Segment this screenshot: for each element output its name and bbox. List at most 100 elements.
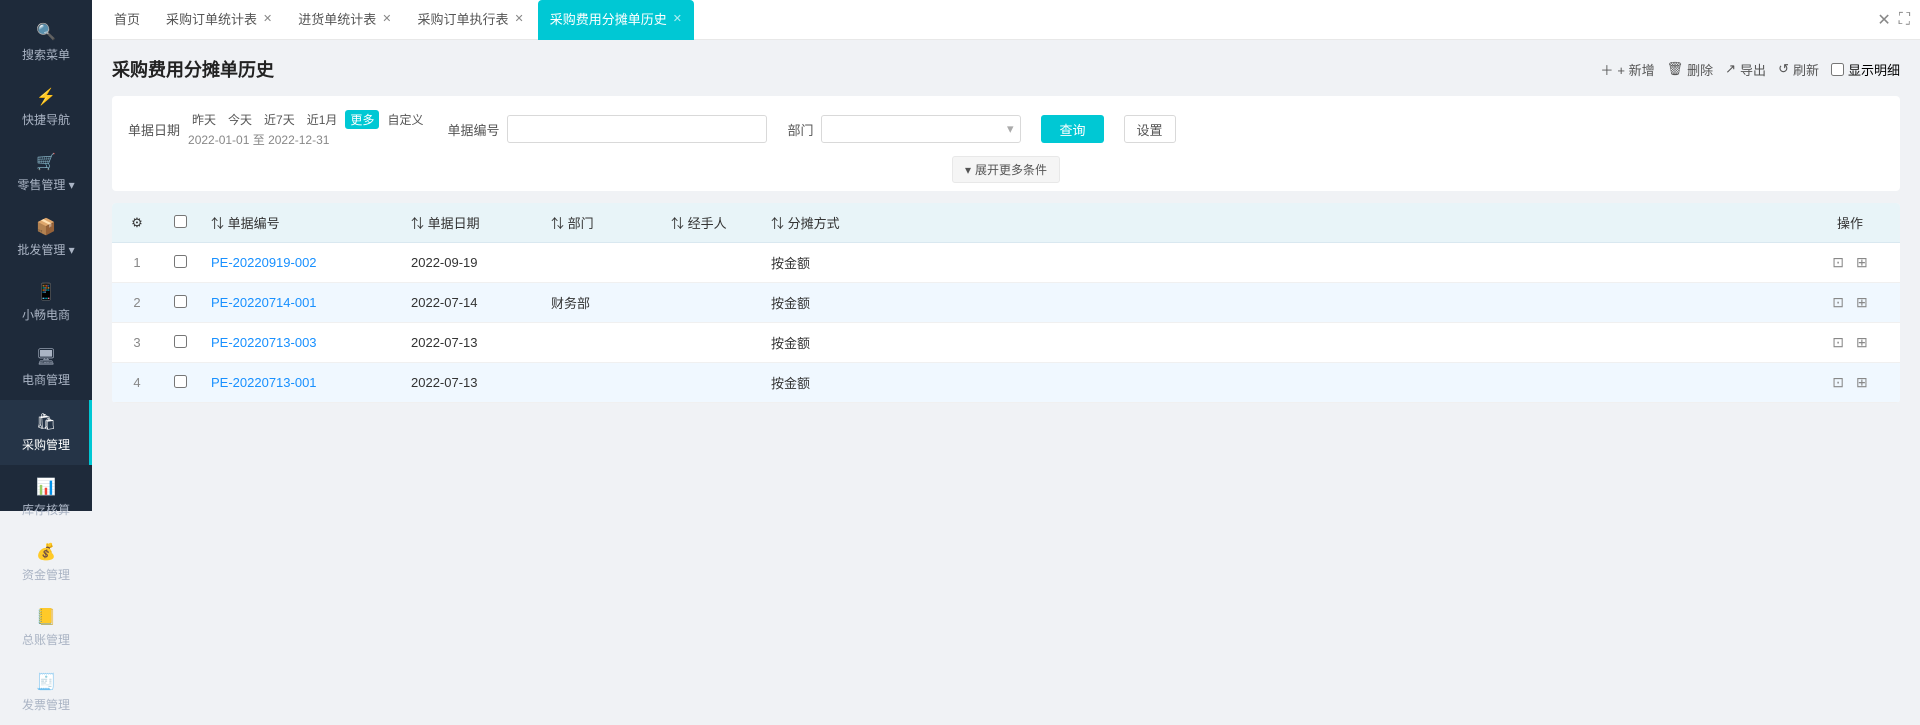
docno-filter-label: 单据编号 bbox=[447, 120, 499, 139]
settings-gear[interactable]: ⚙ bbox=[131, 215, 143, 230]
tab-home[interactable]: 首页 bbox=[102, 0, 152, 40]
show-columns-checkbox[interactable] bbox=[1831, 63, 1844, 76]
tab-close-purchase-order-stats[interactable]: ✕ bbox=[263, 12, 272, 25]
filter-dept-group: 部门 财务部 bbox=[787, 115, 1021, 143]
add-button[interactable]: ＋ + 新增 bbox=[1600, 60, 1654, 79]
doc-link-1[interactable]: PE-20220714-001 bbox=[211, 295, 317, 310]
doc-link-3[interactable]: PE-20220713-001 bbox=[211, 375, 317, 390]
cell-split-0: 按金额 bbox=[759, 243, 1800, 283]
sidebar-item-ledger[interactable]: 📒 总账管理 bbox=[0, 595, 92, 660]
sidebar-item-finance[interactable]: 💰 资金管理 bbox=[0, 530, 92, 595]
data-table-wrapper: ⚙ ⇅ 单据编号 ⇅ 单据日期 bbox=[112, 203, 1900, 403]
row-edit-icon-2[interactable]: ⊡ bbox=[1830, 332, 1846, 353]
row-edit-icon-1[interactable]: ⊡ bbox=[1830, 292, 1846, 313]
cell-split-1: 按金额 bbox=[759, 283, 1800, 323]
sort-handler-icon[interactable]: ⇅ bbox=[671, 216, 684, 231]
shortcut-more[interactable]: 更多 bbox=[345, 110, 379, 129]
settings-button[interactable]: 设置 bbox=[1124, 115, 1176, 143]
col-header-handler: ⇅ 经手人 bbox=[659, 203, 759, 243]
sidebar-item-search[interactable]: 🔍 搜索菜单 bbox=[0, 10, 92, 75]
cell-handler-0 bbox=[659, 243, 759, 283]
tab-purchase-cost-history[interactable]: 采购费用分摊单历史 ✕ bbox=[538, 0, 694, 40]
cell-dept-0 bbox=[539, 243, 659, 283]
sort-dept-icon[interactable]: ⇅ bbox=[551, 216, 564, 231]
row-detail-icon-1[interactable]: ⊞ bbox=[1854, 292, 1870, 313]
table-row: 2 PE-20220714-001 2022-07-14 财务部 按金额 ⊡ ⊞ bbox=[112, 283, 1900, 323]
dept-select-wrapper: 财务部 bbox=[821, 115, 1021, 143]
export-icon: ↗ bbox=[1725, 61, 1736, 77]
filter-date-group: 单据日期 昨天 今天 近7天 近1月 更多 自定义 2022-01-01 至 2… bbox=[128, 110, 427, 148]
cell-seq-1: 2 bbox=[112, 283, 162, 323]
col-header-split: ⇅ 分摊方式 bbox=[759, 203, 1800, 243]
row-edit-icon-3[interactable]: ⊡ bbox=[1830, 372, 1846, 393]
cell-action-0: ⊡ ⊞ bbox=[1800, 243, 1900, 283]
page-title: 采购费用分摊单历史 bbox=[112, 56, 274, 82]
sidebar-item-retail[interactable]: 🛒 零售管理 ▾ bbox=[0, 140, 92, 205]
row-detail-icon-3[interactable]: ⊞ bbox=[1854, 372, 1870, 393]
cell-dept-1: 财务部 bbox=[539, 283, 659, 323]
row-checkbox-3[interactable] bbox=[174, 375, 187, 388]
docno-filter-input[interactable] bbox=[507, 115, 767, 143]
col-header-action: 操作 bbox=[1800, 203, 1900, 243]
sidebar-item-purchase[interactable]: 🛍 采购管理 bbox=[0, 400, 92, 465]
dept-filter-select[interactable]: 财务部 bbox=[821, 115, 1021, 143]
shortcut-yesterday[interactable]: 昨天 bbox=[188, 110, 220, 129]
expand-more-button[interactable]: ▾ 展开更多条件 bbox=[952, 156, 1060, 183]
refresh-button[interactable]: ↺ 刷新 bbox=[1778, 60, 1819, 79]
mini-icon: 📱 bbox=[4, 282, 88, 302]
sort-docno-icon[interactable]: ⇅ bbox=[211, 216, 224, 231]
tab-close-purchase-cost-history[interactable]: ✕ bbox=[673, 12, 682, 25]
tab-purchase-order-stats[interactable]: 采购订单统计表 ✕ bbox=[154, 0, 284, 40]
cell-action-1: ⊡ ⊞ bbox=[1800, 283, 1900, 323]
date-shortcuts-group: 昨天 今天 近7天 近1月 更多 自定义 2022-01-01 至 2022-1… bbox=[188, 110, 427, 148]
show-columns-label[interactable]: 显示明细 bbox=[1831, 60, 1900, 79]
row-checkbox-2[interactable] bbox=[174, 335, 187, 348]
add-icon: ＋ bbox=[1600, 60, 1613, 79]
sort-date-icon[interactable]: ⇅ bbox=[411, 216, 424, 231]
cell-dept-3 bbox=[539, 363, 659, 403]
cell-split-3: 按金额 bbox=[759, 363, 1800, 403]
row-checkbox-1[interactable] bbox=[174, 295, 187, 308]
sidebar-item-mini[interactable]: 📱 小畅电商 bbox=[0, 270, 92, 335]
page-content: 采购费用分摊单历史 ＋ + 新增 🗑 删除 ↗ 导出 ↺ 刷新 bbox=[92, 40, 1920, 511]
shortcut-custom[interactable]: 自定义 bbox=[383, 110, 427, 129]
wholesale-icon: 📦 bbox=[4, 217, 88, 237]
row-detail-icon-0[interactable]: ⊞ bbox=[1854, 252, 1870, 273]
delete-button[interactable]: 🗑 删除 bbox=[1667, 60, 1714, 79]
cell-action-2: ⊡ ⊞ bbox=[1800, 323, 1900, 363]
sidebar-item-invoice[interactable]: 🧾 发票管理 bbox=[0, 660, 92, 725]
query-button[interactable]: 查询 bbox=[1041, 115, 1103, 143]
row-checkbox-0[interactable] bbox=[174, 255, 187, 268]
cell-date-2: 2022-07-13 bbox=[399, 323, 539, 363]
invoice-icon: 🧾 bbox=[4, 672, 88, 692]
sidebar-item-inventory[interactable]: 📊 库存核算 bbox=[0, 465, 92, 530]
row-actions-0: ⊡ ⊞ bbox=[1812, 252, 1888, 273]
export-button[interactable]: ↗ 导出 bbox=[1725, 60, 1766, 79]
tab-purchase-order-exec[interactable]: 采购订单执行表 ✕ bbox=[405, 0, 535, 40]
tab-close-purchase-order-exec[interactable]: ✕ bbox=[515, 12, 524, 25]
tab-close-inbound-stats[interactable]: ✕ bbox=[382, 12, 391, 25]
sidebar-item-ecommerce[interactable]: 🖥 电商管理 bbox=[0, 335, 92, 400]
shortcut-today[interactable]: 今天 bbox=[224, 110, 256, 129]
row-actions-3: ⊡ ⊞ bbox=[1812, 372, 1888, 393]
row-edit-icon-0[interactable]: ⊡ bbox=[1830, 252, 1846, 273]
row-detail-icon-2[interactable]: ⊞ bbox=[1854, 332, 1870, 353]
cell-dept-2 bbox=[539, 323, 659, 363]
doc-link-2[interactable]: PE-20220713-003 bbox=[211, 335, 317, 350]
shortcut-7days[interactable]: 近7天 bbox=[260, 110, 299, 129]
maximize-icon[interactable]: ⛶ bbox=[1899, 11, 1910, 29]
tab-inbound-stats[interactable]: 进货单统计表 ✕ bbox=[286, 0, 403, 40]
inventory-icon: 📊 bbox=[4, 477, 88, 497]
sidebar-item-quick[interactable]: ⚡ 快捷导航 bbox=[0, 75, 92, 140]
select-all-checkbox[interactable] bbox=[174, 215, 187, 228]
cell-checkbox-0 bbox=[162, 243, 199, 283]
close-all-tabs-icon[interactable]: ✕ bbox=[1877, 10, 1890, 30]
cell-seq-2: 3 bbox=[112, 323, 162, 363]
shortcut-1month[interactable]: 近1月 bbox=[303, 110, 342, 129]
doc-link-0[interactable]: PE-20220919-002 bbox=[211, 255, 317, 270]
sort-split-icon[interactable]: ⇅ bbox=[771, 216, 784, 231]
tab-bar-actions: ✕ ⛶ bbox=[1877, 10, 1910, 30]
chevron-down-icon: ▾ bbox=[965, 163, 971, 177]
main-area: 首页 采购订单统计表 ✕ 进货单统计表 ✕ 采购订单执行表 ✕ 采购费用分摊单历… bbox=[92, 0, 1920, 511]
sidebar-item-wholesale[interactable]: 📦 批发管理 ▾ bbox=[0, 205, 92, 270]
